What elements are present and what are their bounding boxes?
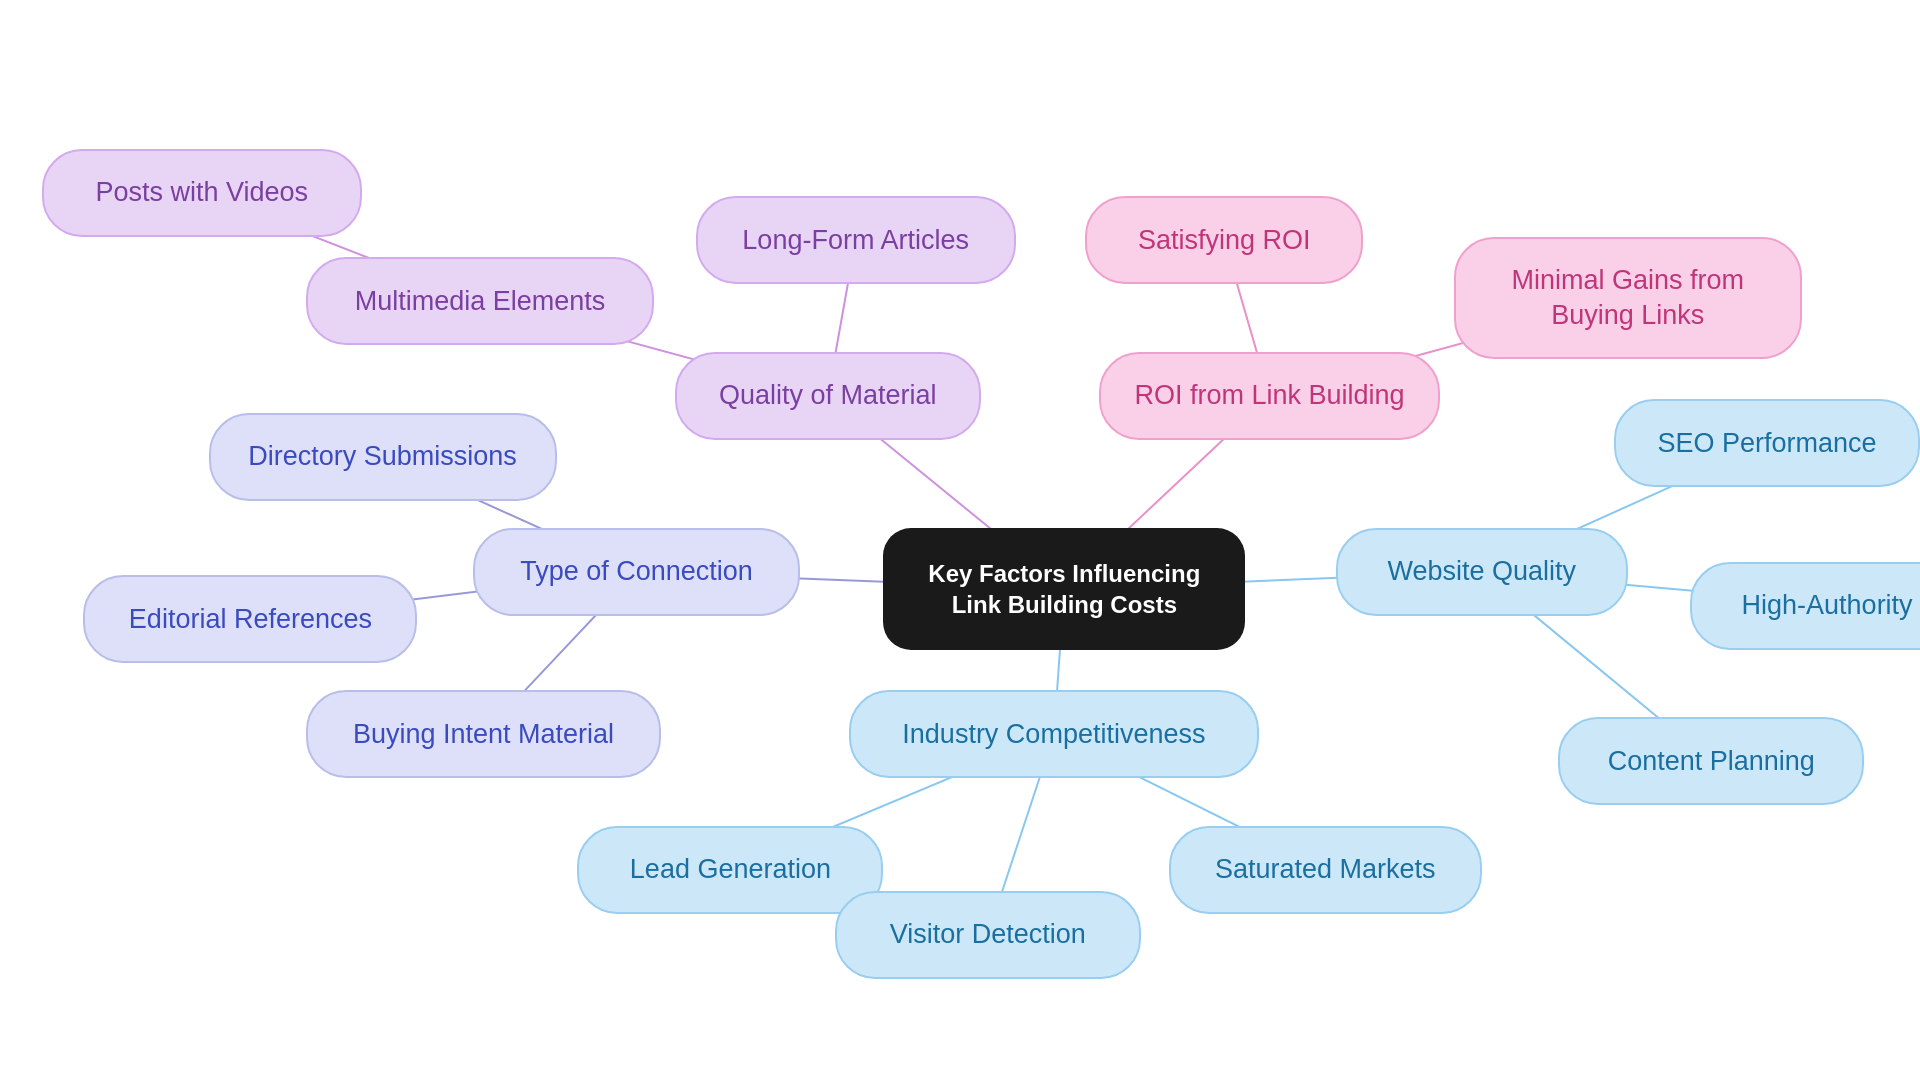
seo-performance-node[interactable]: SEO Performance <box>1614 399 1920 487</box>
saturated-markets-node[interactable]: Saturated Markets <box>1169 826 1482 914</box>
high-authority-node[interactable]: High-Authority Sites <box>1690 562 1920 650</box>
editorial-references-node[interactable]: Editorial References <box>83 575 417 663</box>
roi-link-building-node[interactable]: ROI from Link Building <box>1099 352 1440 440</box>
visitor-detection-node[interactable]: Visitor Detection <box>835 891 1141 979</box>
content-planning-node[interactable]: Content Planning <box>1558 717 1864 805</box>
long-form-node[interactable]: Long-Form Articles <box>696 196 1016 284</box>
mindmap-canvas: Key Factors Influencing Link Building Co… <box>0 0 1920 1083</box>
website-quality-node[interactable]: Website Quality <box>1336 528 1628 616</box>
industry-competitiveness-node[interactable]: Industry Competitiveness <box>849 690 1259 778</box>
type-connection-node[interactable]: Type of Connection <box>473 528 800 616</box>
lead-generation-node[interactable]: Lead Generation <box>577 826 883 914</box>
center-node[interactable]: Key Factors Influencing Link Building Co… <box>883 528 1245 650</box>
quality-material-node[interactable]: Quality of Material <box>675 352 981 440</box>
multimedia-node[interactable]: Multimedia Elements <box>306 257 654 345</box>
satisfying-roi-node[interactable]: Satisfying ROI <box>1085 196 1363 284</box>
minimal-gains-node[interactable]: Minimal Gains from Buying Links <box>1454 237 1802 359</box>
directory-submissions-node[interactable]: Directory Submissions <box>209 413 557 501</box>
posts-videos-node[interactable]: Posts with Videos <box>42 149 362 237</box>
buying-intent-node[interactable]: Buying Intent Material <box>306 690 661 778</box>
